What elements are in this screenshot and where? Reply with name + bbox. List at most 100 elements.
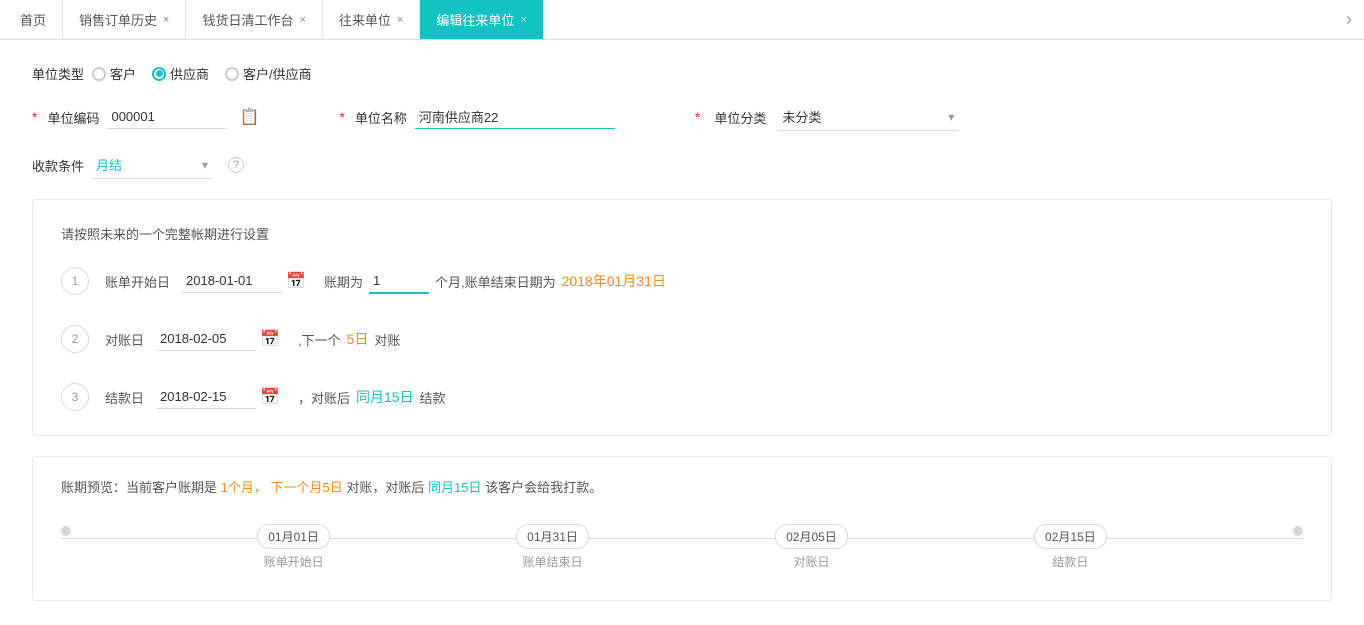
payment-value: 月结 (96, 155, 202, 174)
tab-home[interactable]: 首页 (0, 0, 63, 39)
row-highlight-3: 同月15日 (356, 387, 414, 407)
unit-code-input[interactable] (107, 105, 227, 129)
timeline-sublabel-3: 对账日 (793, 553, 829, 570)
tab-partner-label: 往来单位 (339, 10, 391, 29)
timeline-badge-3: 02月05日 (775, 524, 848, 549)
unit-classify-label: 单位分类 (714, 108, 766, 127)
row-suffix-before-1: 账期为 (324, 272, 363, 291)
row-suffix-before-3: ，对账后 (298, 388, 350, 407)
payment-help-icon[interactable]: ? (228, 157, 244, 173)
unit-code-copy-icon[interactable]: 📋 (239, 107, 259, 127)
timeline-end-dot (1293, 526, 1303, 536)
payment-select[interactable]: 月结 ▾ (92, 151, 212, 179)
timeline-node-3: 02月05日 对账日 (775, 524, 848, 570)
timeline-badge-1: 01月01日 (257, 524, 330, 549)
unit-classify-group: * 单位分类 未分类 ▾ (695, 103, 958, 131)
tab-arrow[interactable]: › (1334, 9, 1364, 30)
tab-sales-history[interactable]: 销售订单历史 × (63, 0, 186, 39)
preview-part2: 下一个月5日 (271, 480, 343, 495)
timeline: 01月01日 账单开始日 01月31日 账单结束日 02月05日 对账日 02月… (61, 524, 1303, 570)
preview-text: 账期预览：当前客户账期是 1个月， 下一个月5日 对账，对账后 同月15日 该客… (61, 477, 1303, 496)
preview-part4: 同月15日 (428, 480, 481, 495)
unit-code-label: 单位编码 (47, 108, 99, 127)
radio-supplier-label: 供应商 (170, 64, 209, 83)
panel-row-1: 1 账单开始日 📅 账期为 个月,账单结束日期为 2018年01月31日 (61, 267, 1303, 295)
unit-type-label: 单位类型 (32, 64, 84, 83)
tab-partner[interactable]: 往来单位 × (323, 0, 420, 39)
payment-chevron-icon: ▾ (202, 158, 208, 172)
row-calendar-1[interactable]: 📅 (286, 271, 306, 291)
classify-chevron-icon: ▾ (948, 110, 954, 124)
row-period-input[interactable] (369, 269, 429, 294)
unit-code-star: * (32, 109, 37, 125)
tab-cash-work-close[interactable]: × (299, 14, 305, 26)
timeline-items: 01月01日 账单开始日 01月31日 账单结束日 02月05日 对账日 02月… (61, 524, 1303, 570)
radio-customer-label: 客户 (110, 64, 136, 83)
timeline-start (61, 524, 71, 536)
tab-partner-close[interactable]: × (397, 14, 403, 26)
radio-customer[interactable]: 客户 (92, 64, 136, 83)
timeline-start-dot (61, 526, 71, 536)
timeline-sublabel-1: 账单开始日 (264, 553, 324, 570)
row-date-1[interactable] (182, 269, 282, 293)
row-label-2: 对账日 (105, 330, 144, 349)
unit-details-row: * 单位编码 📋 * 单位名称 * 单位分类 未分类 ▾ (32, 103, 1332, 131)
unit-code-group: * 单位编码 📋 (32, 105, 259, 129)
radio-both[interactable]: 客户/供应商 (225, 64, 312, 83)
tab-sales-history-label: 销售订单历史 (79, 10, 157, 29)
tab-sales-history-close[interactable]: × (163, 14, 169, 26)
timeline-sublabel-2: 账单结束日 (523, 553, 583, 570)
row-number-2: 2 (61, 325, 89, 353)
row-label-3: 结款日 (105, 388, 144, 407)
unit-type-group: 单位类型 客户 供应商 客户/供应商 (32, 64, 312, 83)
tab-edit-partner-close[interactable]: × (520, 14, 526, 26)
tab-edit-partner[interactable]: 编辑往来单位 × (420, 0, 543, 39)
row-date-3[interactable] (156, 385, 256, 409)
preview-prefix: 账期预览：当前客户账期是 (61, 480, 217, 495)
unit-classify-value: 未分类 (782, 107, 948, 126)
timeline-node-1: 01月01日 账单开始日 (257, 524, 330, 570)
tab-edit-partner-label: 编辑往来单位 (436, 10, 514, 29)
radio-both-label: 客户/供应商 (243, 64, 312, 83)
unit-name-star: * (339, 109, 344, 125)
preview-suffix: 该客户会给我打款。 (485, 480, 602, 495)
settings-panel: 请按照未来的一个完整帐期进行设置 1 账单开始日 📅 账期为 个月,账单结束日期… (32, 199, 1332, 436)
timeline-badge-2: 01月31日 (516, 524, 589, 549)
unit-classify-star: * (695, 109, 700, 125)
panel-row-3: 3 结款日 📅 ，对账后 同月15日 结款 (61, 383, 1303, 411)
radio-customer-circle (92, 67, 106, 81)
timeline-end (1293, 524, 1303, 536)
row-date-2[interactable] (156, 327, 256, 351)
row-number-1: 1 (61, 267, 89, 295)
payment-label: 收款条件 (32, 156, 84, 175)
row-label-1: 账单开始日 (105, 272, 170, 291)
preview-part1: 1个月， (221, 480, 267, 495)
preview-part3: 对账，对账后 (346, 480, 424, 495)
panel-title: 请按照未来的一个完整帐期进行设置 (61, 224, 1303, 243)
row-suffix-after-2: 对账 (374, 330, 400, 349)
radio-supplier-circle (152, 67, 166, 81)
payment-row: 收款条件 月结 ▾ ? (32, 151, 1332, 179)
row-highlight-2: 5日 (347, 329, 369, 349)
main-content: 单位类型 客户 供应商 客户/供应商 * 单位编码 (0, 40, 1364, 625)
radio-supplier[interactable]: 供应商 (152, 64, 209, 83)
timeline-sublabel-4: 结款日 (1052, 553, 1088, 570)
row-number-3: 3 (61, 383, 89, 411)
radio-both-circle (225, 67, 239, 81)
unit-name-label: 单位名称 (355, 108, 407, 127)
payment-group: 收款条件 月结 ▾ ? (32, 151, 244, 179)
row-calendar-2[interactable]: 📅 (260, 329, 280, 349)
unit-name-input[interactable] (415, 105, 615, 129)
timeline-node-2: 01月31日 账单结束日 (516, 524, 589, 570)
row-suffix-after-3: 结款 (420, 388, 446, 407)
radio-group: 客户 供应商 客户/供应商 (92, 64, 312, 83)
unit-name-group: * 单位名称 (339, 105, 614, 129)
row-end-date-highlight: 2018年01月31日 (562, 271, 666, 291)
row-suffix-mid-1: 个月,账单结束日期为 (435, 272, 556, 291)
tab-home-label: 首页 (20, 10, 46, 29)
tab-cash-work[interactable]: 钱货日清工作台 × (186, 0, 322, 39)
timeline-badge-4: 02月15日 (1034, 524, 1107, 549)
unit-classify-select[interactable]: 未分类 ▾ (778, 103, 958, 131)
panel-row-2: 2 对账日 📅 ,下一个 5日 对账 (61, 325, 1303, 353)
row-calendar-3[interactable]: 📅 (260, 387, 280, 407)
